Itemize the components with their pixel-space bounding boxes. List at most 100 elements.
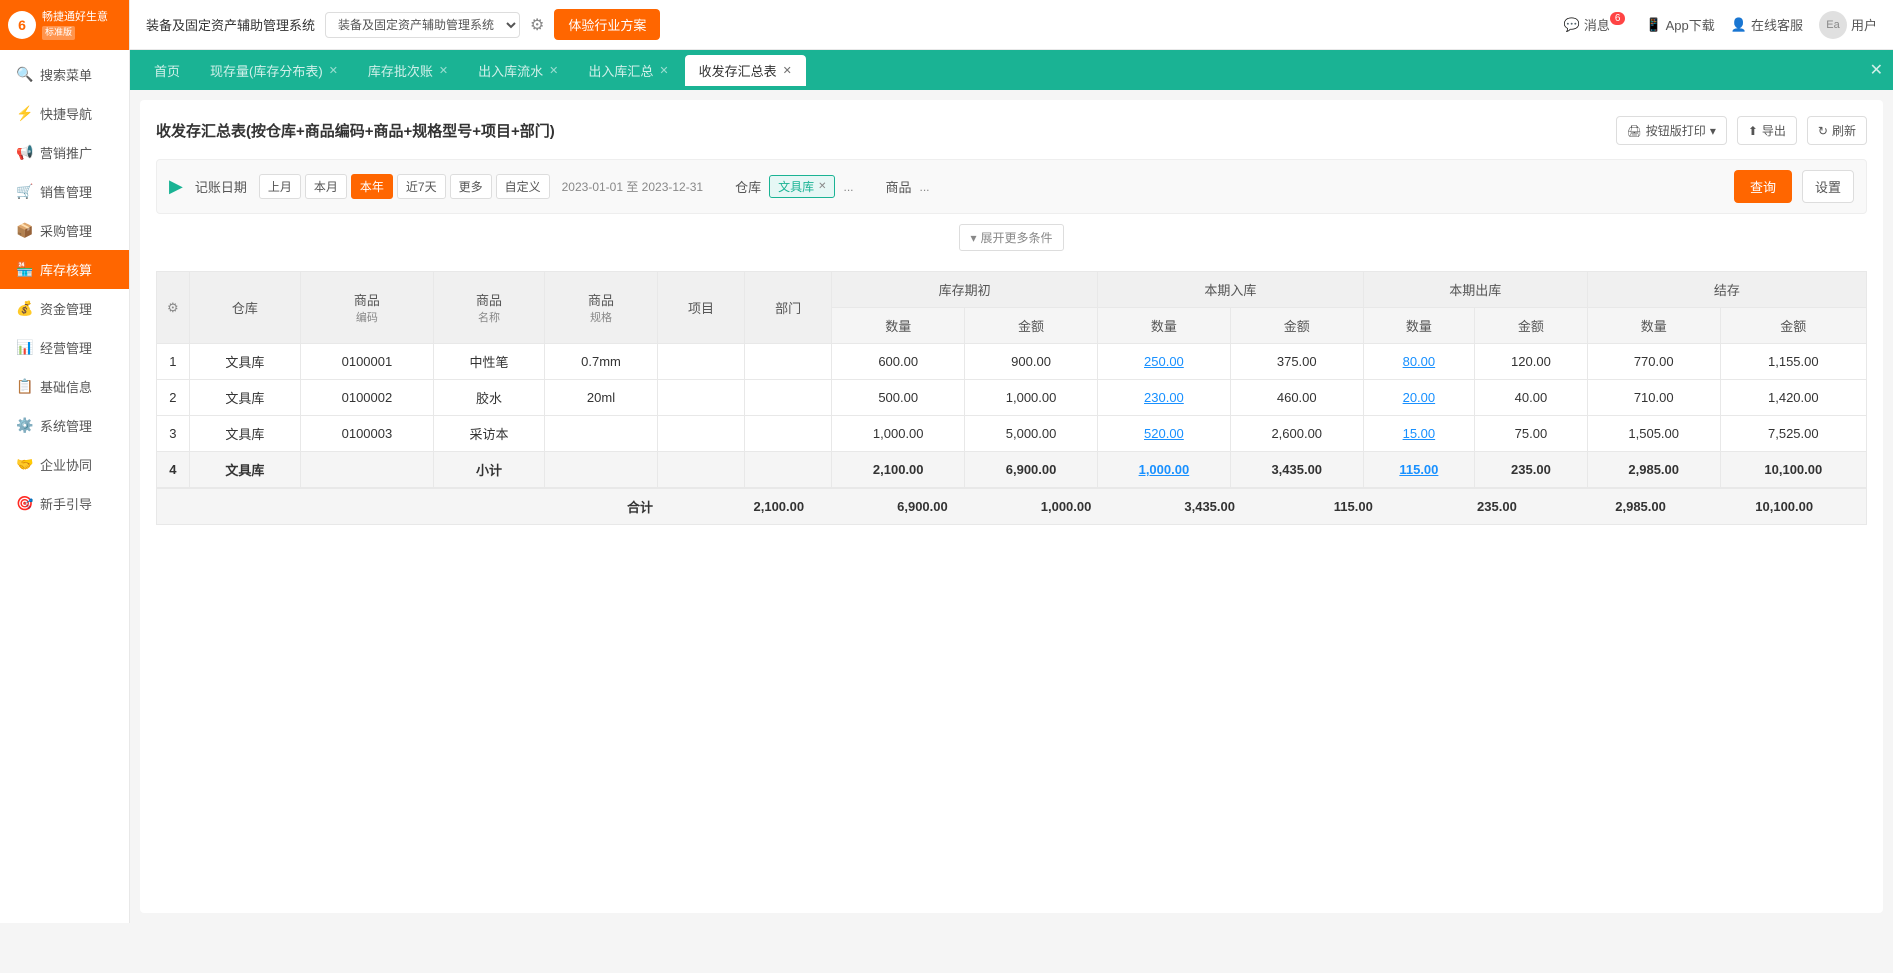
sidebar-item-quick-nav[interactable]: ⚡ 快捷导航	[0, 94, 129, 133]
print-btn[interactable]: 🖨 按钮版打印 ▾	[1616, 116, 1727, 145]
last-month-btn[interactable]: 上月	[259, 174, 301, 199]
sidebar-item-guide[interactable]: 🎯 新手引导	[0, 484, 129, 523]
last-7days-btn[interactable]: 近7天	[397, 174, 446, 199]
table-gear-icon[interactable]: ⚙	[167, 300, 179, 315]
guide-icon: 🎯	[16, 495, 32, 512]
tab-close-icon[interactable]: ✕	[549, 64, 558, 77]
row-in-amt: 3,435.00	[1230, 452, 1363, 488]
row-end-qty: 770.00	[1587, 344, 1720, 380]
refresh-btn[interactable]: ↻ 刷新	[1807, 116, 1867, 145]
tab-close-icon[interactable]: ✕	[659, 64, 668, 77]
sidebar: 6 畅捷通好生意 标准版 🔍 搜索菜单 ⚡ 快捷导航 📢 营销推广 🛒 销售管理…	[0, 0, 130, 923]
out-qty-link[interactable]: 115.00	[1399, 462, 1438, 477]
sidebar-item-label: 系统管理	[40, 416, 92, 435]
sidebar-item-marketing[interactable]: 📢 营销推广	[0, 133, 129, 172]
online-service-btn[interactable]: 👤 在线客服	[1731, 15, 1803, 34]
row-out-qty: 115.00	[1363, 452, 1474, 488]
export-btn[interactable]: ⬆ 导出	[1737, 116, 1797, 145]
footer-row: 合计 2,100.00 6,900.00 1,000.00 3,435.00 1…	[167, 497, 1856, 516]
expand-label: 展开更多条件	[981, 229, 1053, 246]
more-date-btn[interactable]: 更多	[450, 174, 492, 199]
row-no: 1	[157, 344, 190, 380]
footer-end-amt: 10,100.00	[1712, 499, 1856, 514]
sidebar-item-sales[interactable]: 🛒 销售管理	[0, 172, 129, 211]
tab-inventory-dist[interactable]: 现存量(库存分布表) ✕	[196, 55, 352, 86]
row-open-amt: 6,900.00	[965, 452, 1098, 488]
filter-arrow-icon[interactable]: ▶	[169, 176, 183, 197]
in-qty-link[interactable]: 1,000.00	[1139, 462, 1190, 477]
sidebar-item-label: 营销推广	[40, 143, 92, 162]
sidebar-item-label: 快捷导航	[40, 104, 92, 123]
th-period-in: 本期入库	[1097, 272, 1363, 308]
footer-out-qty: 115.00	[1282, 499, 1426, 514]
row-end-qty: 1,505.00	[1587, 416, 1720, 452]
page-inner: 收发存汇总表(按仓库+商品编码+商品+规格型号+项目+部门) 🖨 按钮版打印 ▾…	[140, 100, 1883, 913]
gear-icon[interactable]: ⚙	[530, 15, 544, 35]
close-all-tabs-btn[interactable]: ✕	[1870, 60, 1883, 80]
date-buttons: 上月 本月 本年 近7天 更多 自定义	[259, 174, 550, 199]
tab-recv-send-label: 收发存汇总表	[699, 61, 777, 80]
page-header: 收发存汇总表(按仓库+商品编码+商品+规格型号+项目+部门) 🖨 按钮版打印 ▾…	[156, 116, 1867, 145]
sidebar-item-label: 企业协同	[40, 455, 92, 474]
in-qty-link[interactable]: 520.00	[1144, 426, 1184, 441]
user-menu[interactable]: Ea 用户	[1819, 11, 1877, 39]
this-year-btn[interactable]: 本年	[351, 174, 393, 199]
out-qty-link[interactable]: 15.00	[1403, 426, 1436, 441]
message-icon: 💬	[1564, 17, 1580, 33]
row-open-amt: 1,000.00	[965, 380, 1098, 416]
footer-label: 合计	[627, 497, 707, 516]
out-qty-link[interactable]: 20.00	[1403, 390, 1436, 405]
service-icon: 👤	[1731, 17, 1747, 33]
query-btn[interactable]: 查询	[1734, 170, 1792, 203]
mobile-icon: 📱	[1645, 17, 1661, 33]
topbar: 装备及固定资产辅助管理系统 装备及固定资产辅助管理系统 ⚙ 体验行业方案 💬 消…	[130, 0, 1893, 50]
sidebar-item-enterprise[interactable]: 🤝 企业协同	[0, 445, 129, 484]
th-period-open: 库存期初	[832, 272, 1098, 308]
sidebar-item-purchase[interactable]: 📦 采购管理	[0, 211, 129, 250]
row-in-qty: 230.00	[1097, 380, 1230, 416]
row-goods-code: 0100003	[300, 416, 433, 452]
sidebar-item-inventory[interactable]: 🏪 库存核算	[0, 250, 129, 289]
main-content: 首页 现存量(库存分布表) ✕ 库存批次账 ✕ 出入库流水 ✕ 出入库汇总 ✕ …	[130, 50, 1893, 923]
tab-inventory-dist-label: 现存量(库存分布表)	[210, 61, 323, 80]
sidebar-item-operations[interactable]: 📊 经营管理	[0, 328, 129, 367]
warehouse-tag: 文具库 ✕	[769, 175, 835, 198]
out-qty-link[interactable]: 80.00	[1403, 354, 1436, 369]
topbar-system-select[interactable]: 装备及固定资产辅助管理系统	[325, 12, 520, 38]
tab-close-icon[interactable]: ✕	[439, 64, 448, 77]
sidebar-item-finance[interactable]: 💰 资金管理	[0, 289, 129, 328]
row-open-qty: 1,000.00	[832, 416, 965, 452]
tab-home[interactable]: 首页	[140, 55, 194, 86]
message-btn[interactable]: 💬 消息 6	[1564, 15, 1630, 34]
inventory-icon: 🏪	[16, 261, 32, 278]
expand-more-btn[interactable]: ▾ 展开更多条件	[959, 224, 1063, 251]
in-qty-link[interactable]: 250.00	[1144, 354, 1184, 369]
avatar: Ea	[1819, 11, 1847, 39]
sidebar-item-search[interactable]: 🔍 搜索菜单	[0, 55, 129, 94]
sidebar-item-system[interactable]: ⚙️ 系统管理	[0, 406, 129, 445]
goods-more-btn[interactable]: ...	[920, 180, 930, 194]
tab-recv-send[interactable]: 收发存汇总表 ✕	[685, 55, 806, 86]
this-month-btn[interactable]: 本月	[305, 174, 347, 199]
warehouse-filter: 仓库 文具库 ✕ ...	[735, 175, 853, 198]
trial-btn[interactable]: 体验行业方案	[554, 9, 660, 40]
system-icon: ⚙️	[16, 417, 32, 434]
quick-nav-icon: ⚡	[16, 105, 32, 122]
in-qty-link[interactable]: 230.00	[1144, 390, 1184, 405]
app-download-btn[interactable]: 📱 App下载	[1645, 15, 1714, 34]
remove-warehouse-tag-btn[interactable]: ✕	[818, 181, 826, 192]
tab-inout-summary[interactable]: 出入库汇总 ✕	[574, 55, 682, 86]
tab-inout-flow[interactable]: 出入库流水 ✕	[464, 55, 572, 86]
page-title: 收发存汇总表(按仓库+商品编码+商品+规格型号+项目+部门)	[156, 120, 555, 141]
topbar-left: 装备及固定资产辅助管理系统 装备及固定资产辅助管理系统 ⚙ 体验行业方案	[146, 9, 660, 40]
custom-date-btn[interactable]: 自定义	[496, 174, 550, 199]
tab-close-icon[interactable]: ✕	[783, 64, 792, 77]
tab-batch-account[interactable]: 库存批次账 ✕	[354, 55, 462, 86]
th-warehouse: 仓库	[189, 272, 300, 344]
date-range-display: 2023-01-01 至 2023-12-31	[562, 178, 703, 195]
warehouse-more-btn[interactable]: ...	[843, 180, 853, 194]
sidebar-item-basic-info[interactable]: 📋 基础信息	[0, 367, 129, 406]
tab-close-icon[interactable]: ✕	[329, 64, 338, 77]
row-out-amt: 75.00	[1475, 416, 1588, 452]
filter-settings-btn[interactable]: 设置	[1802, 170, 1854, 203]
